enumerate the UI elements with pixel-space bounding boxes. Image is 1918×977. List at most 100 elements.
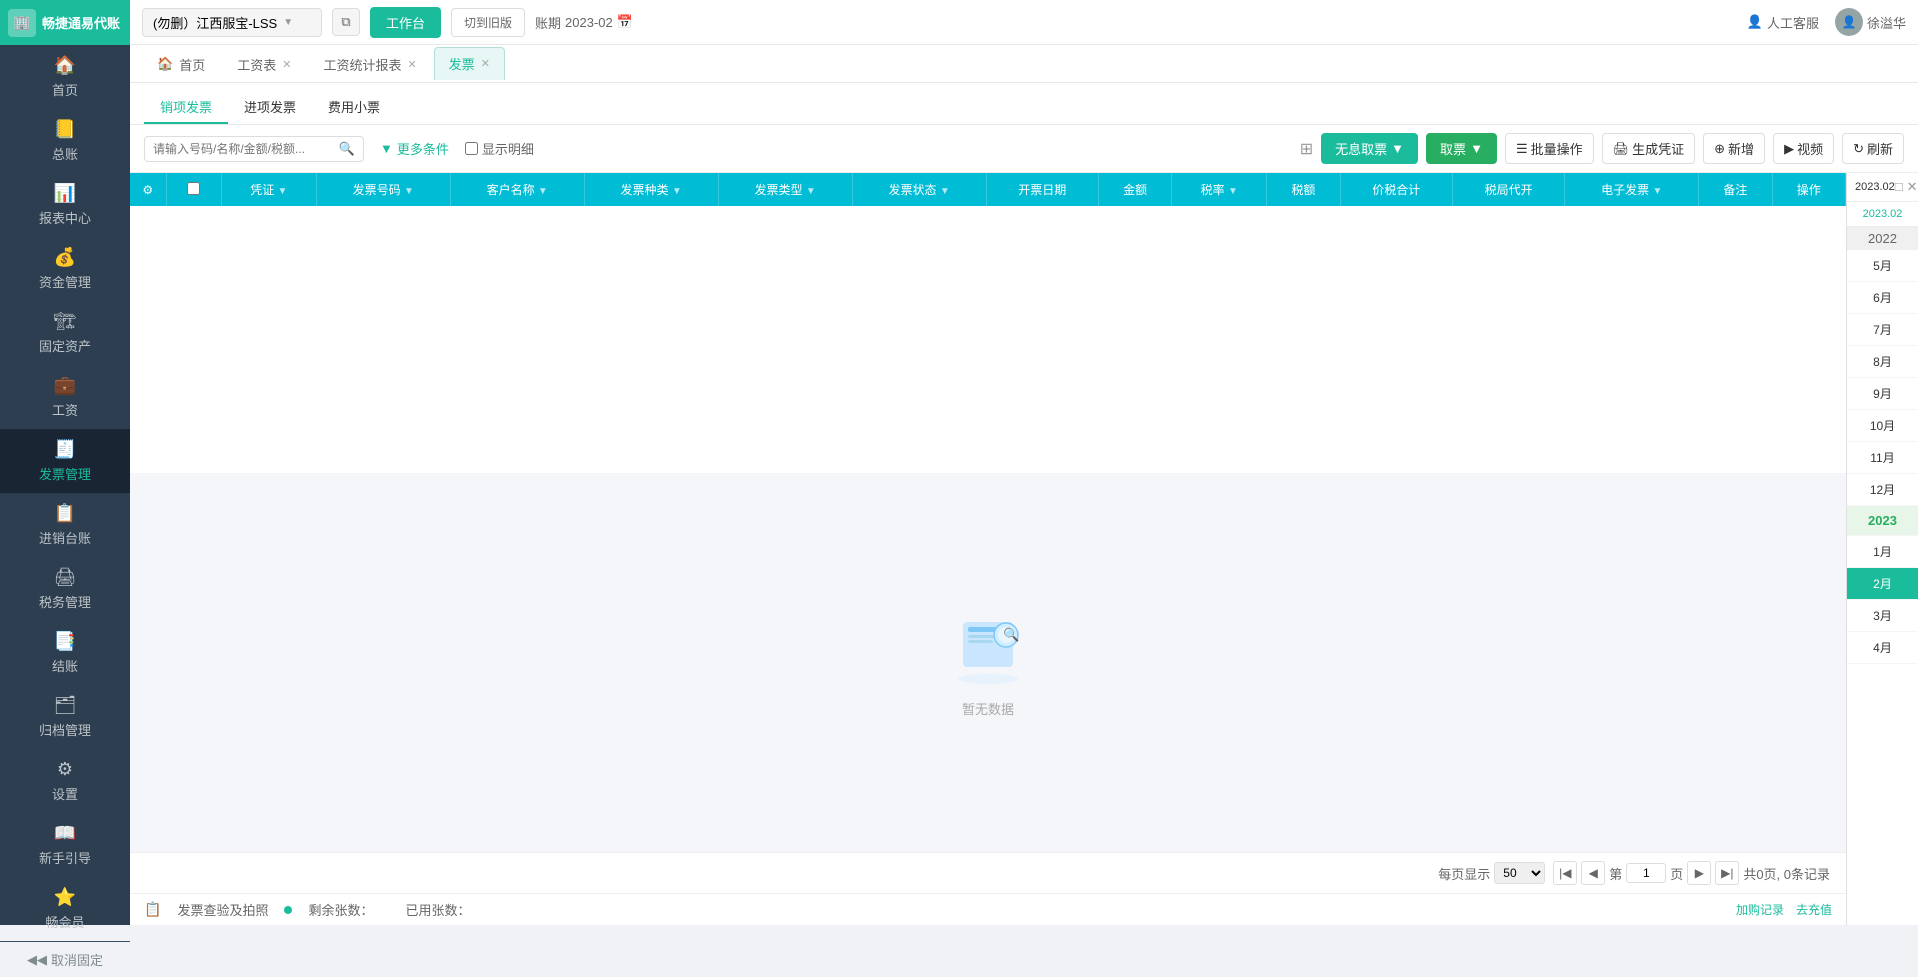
tab-salary-table-label: 工资表	[237, 55, 276, 74]
month-2023-4月[interactable]: 4月	[1847, 632, 1918, 664]
page-nav: |◀ ◀ 第 页 ▶ ▶| 共0页, 0条记录	[1553, 861, 1830, 885]
sidebar-item-tax-mgmt[interactable]: 🖨税务管理	[0, 557, 130, 621]
period-label: 账期 2023-02 📅	[535, 13, 633, 32]
prev-page-btn[interactable]: ◀	[1581, 861, 1605, 885]
no-ticket-btn[interactable]: 无息取票 ▼	[1321, 133, 1418, 164]
month-5月[interactable]: 5月	[1847, 250, 1918, 282]
gen-voucher-btn[interactable]: 🖨 生成凭证	[1602, 133, 1696, 164]
show-detail-checkbox-label[interactable]: 显示明细	[465, 139, 534, 158]
calendar-icon[interactable]: 📅	[617, 14, 633, 30]
company-chevron-icon: ▼	[283, 17, 293, 28]
user-info[interactable]: 👤 徐溢华	[1835, 8, 1906, 36]
month-2023-1月[interactable]: 1月	[1847, 536, 1918, 568]
col-invoice-no: 发票号码 ▼	[316, 173, 450, 206]
sidebar-item-settings[interactable]: ⚙设置	[0, 749, 130, 813]
refresh-icon: ↻	[1853, 141, 1864, 157]
tab-salary-table-close[interactable]: ✕	[282, 58, 291, 71]
sidebar-item-archive[interactable]: 🗂归档管理	[0, 685, 130, 749]
table-container[interactable]: ⚙ 凭证 ▼ 发票号码 ▼ 客户名称 ▼ 发票种类 ▼ 发票类型 ▼ 发票状态 …	[130, 173, 1846, 473]
first-page-btn[interactable]: |◀	[1553, 861, 1577, 885]
video-btn[interactable]: ▶ 视频	[1773, 133, 1834, 164]
tab-invoice-close[interactable]: ✕	[481, 57, 490, 70]
month-10月[interactable]: 10月	[1847, 410, 1918, 442]
get-ticket-btn[interactable]: 取票 ▼	[1426, 133, 1497, 164]
date-panel-maximize[interactable]: □	[1895, 179, 1903, 195]
topbar: (勿删）江西服宝-LSS ▼ ⧉ 工作台 切到旧版 账期 2023-02 📅 👤…	[130, 0, 1918, 45]
sidebar-item-home[interactable]: 🏠首页	[0, 45, 130, 109]
batch-ops-label: 批量操作	[1531, 139, 1583, 158]
sidebar-item-sales-ledger[interactable]: 📋进销台账	[0, 493, 130, 557]
refresh-label: 刷新	[1867, 139, 1893, 158]
sidebar-item-reports[interactable]: 📊报表中心	[0, 173, 130, 237]
tab-salary-stat-close[interactable]: ✕	[407, 58, 416, 71]
col-client-name: 客户名称 ▼	[450, 173, 584, 206]
month-9月[interactable]: 9月	[1847, 378, 1918, 410]
sidebar-label-guide: 新手引导	[39, 848, 91, 867]
date-panel-close-icon[interactable]: ✕	[1907, 179, 1918, 195]
month-2023-3月[interactable]: 3月	[1847, 600, 1918, 632]
inv-tab-purchase[interactable]: 进项发票	[228, 91, 312, 124]
date-period-2: 2023.02	[1863, 208, 1903, 220]
month-7月[interactable]: 7月	[1847, 314, 1918, 346]
select-all-checkbox[interactable]	[187, 182, 200, 195]
tab-home[interactable]: 🏠 首页	[142, 48, 220, 80]
empty-text: 暂无数据	[962, 699, 1014, 718]
month-2023-2月[interactable]: 2月	[1847, 568, 1918, 600]
invoice-mgmt-icon: 🧾	[54, 439, 76, 460]
page-input[interactable]	[1626, 863, 1666, 883]
sidebar-item-settlement[interactable]: 📑结账	[0, 621, 130, 685]
workspace-btn[interactable]: 工作台	[370, 7, 441, 38]
month-11月[interactable]: 11月	[1847, 442, 1918, 474]
sidebar-item-salary[interactable]: 💼工资	[0, 365, 130, 429]
month-8月[interactable]: 8月	[1847, 346, 1918, 378]
date-panel-header-2: 2023.02	[1847, 202, 1918, 227]
page-label: 第	[1609, 864, 1622, 883]
month-12月[interactable]: 12月	[1847, 474, 1918, 506]
capital-icon: 💰	[54, 247, 76, 268]
total-label: 共0页, 0条记录	[1743, 864, 1830, 883]
filter-btn[interactable]: ▼ 更多条件	[372, 135, 457, 162]
sidebar-label-member: 畅会员	[45, 912, 84, 931]
verify-dot	[284, 906, 292, 914]
sidebar-item-fixed-assets[interactable]: 🏗固定资产	[0, 301, 130, 365]
col-invoice-type: 发票种类 ▼	[584, 173, 718, 206]
search-input[interactable]	[153, 142, 335, 156]
page-size-dropdown[interactable]: 50 10 20 100	[1494, 862, 1545, 884]
inv-tab-sales[interactable]: 销项发票	[144, 91, 228, 124]
empty-state: 🔍 暂无数据	[130, 473, 1846, 853]
inv-tab-expense[interactable]: 费用小票	[312, 91, 396, 124]
last-page-btn[interactable]: ▶|	[1715, 861, 1739, 885]
switch-version-btn[interactable]: 切到旧版	[451, 8, 525, 37]
recharge-link[interactable]: 去充值	[1796, 901, 1832, 918]
user-name: 徐溢华	[1867, 13, 1906, 32]
footer-right: 加购记录 去充值	[1736, 901, 1832, 918]
add-btn[interactable]: ⊕ 新增	[1703, 133, 1765, 164]
tab-salary-table[interactable]: 工资表 ✕	[222, 48, 306, 80]
next-page-btn[interactable]: ▶	[1687, 861, 1711, 885]
company-selector[interactable]: (勿删）江西服宝-LSS ▼	[142, 8, 322, 37]
invoice-subtabs: 销项发票 进项发票 费用小票	[130, 83, 1918, 125]
show-detail-checkbox[interactable]	[465, 142, 478, 155]
tab-invoice[interactable]: 发票 ✕	[434, 47, 505, 80]
sidebar-item-invoice-mgmt[interactable]: 🧾发票管理	[0, 429, 130, 493]
filter-icon: ▼	[380, 141, 393, 156]
grid-view-icon[interactable]: ⊞	[1300, 139, 1313, 159]
period-value: 2023-02	[565, 15, 613, 30]
sidebar-item-member[interactable]: ⭐ 畅会员	[0, 877, 130, 941]
service-link[interactable]: 👤 人工客服	[1747, 13, 1819, 32]
refresh-btn[interactable]: ↻ 刷新	[1842, 133, 1904, 164]
col-settings[interactable]: ⚙	[130, 173, 166, 206]
col-checkbox[interactable]	[166, 173, 221, 206]
copy-company-btn[interactable]: ⧉	[332, 8, 360, 36]
purchase-record-link[interactable]: 加购记录	[1736, 901, 1784, 918]
sidebar-collapse-btn[interactable]: ◀◀ 取消固定	[0, 942, 130, 977]
svg-text:🔍: 🔍	[1003, 626, 1019, 642]
sidebar-item-capital[interactable]: 💰资金管理	[0, 237, 130, 301]
month-6月[interactable]: 6月	[1847, 282, 1918, 314]
sidebar-item-ledger[interactable]: 📒总账	[0, 109, 130, 173]
tab-salary-stat[interactable]: 工资统计报表 ✕	[308, 48, 431, 80]
batch-ops-btn[interactable]: ☰ 批量操作	[1505, 133, 1594, 164]
member-icon: ⭐	[54, 887, 76, 908]
sidebar-label-sales-ledger: 进销台账	[39, 528, 91, 547]
sidebar-item-guide[interactable]: 📖新手引导	[0, 813, 130, 877]
